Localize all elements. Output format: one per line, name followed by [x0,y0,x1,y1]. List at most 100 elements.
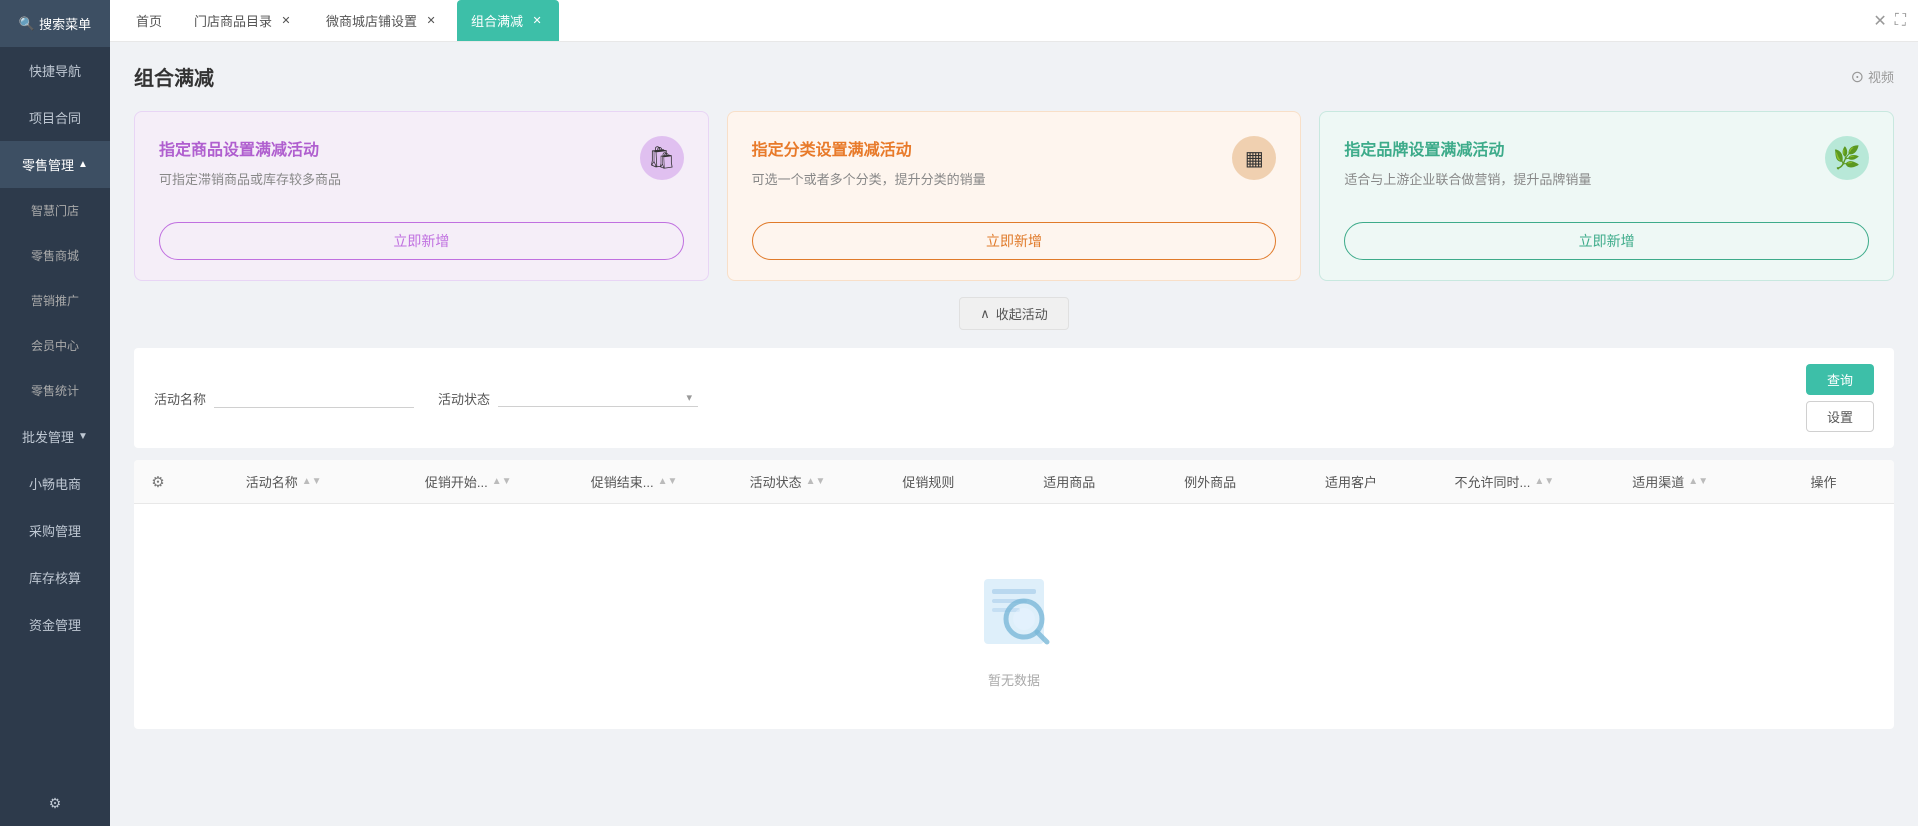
card-category-btn[interactable]: 立即新增 [752,222,1277,260]
main-area: 首页 门店商品目录 ✕ 微商城店铺设置 ✕ 组合满减 ✕ ✕ ⛶ 组合满减 ⊙ … [110,0,1918,826]
th-customer-label: 适用客户 [1325,472,1377,491]
data-table: ⚙ 活动名称 ▲▼ 促销开始... ▲▼ 促销结束... ▲▼ 活动状态 ▲▼ [134,460,1894,729]
th-action: 操作 [1753,472,1894,491]
card-category-desc: 可选一个或者多个分类，提升分类的销量 [752,170,1277,202]
th-end[interactable]: 促销结束... ▲▼ [551,472,717,491]
tab-combo-discount[interactable]: 组合满减 ✕ [457,0,559,41]
chevron-down-icon: ▾ [687,391,693,404]
filter-name-label: 活动名称 [154,389,206,408]
card-brand-desc: 适合与上游企业联合做营销，提升品牌销量 [1344,170,1869,202]
sidebar-settings-btn[interactable]: ⚙ [0,781,110,826]
sidebar-item-smart-store[interactable]: 智慧门店 [0,188,110,233]
th-notallow-label: 不允许同时... [1455,472,1531,491]
chevron-up-icon: ▲ [78,159,88,170]
tab-bar-actions: ✕ ⛶ [1873,11,1906,31]
sidebar-label-smart-store: 智慧门店 [31,202,79,219]
tab-bar: 首页 门店商品目录 ✕ 微商城店铺设置 ✕ 组合满减 ✕ ✕ ⛶ [110,0,1918,42]
th-status[interactable]: 活动状态 ▲▼ [717,472,858,491]
th-except: 例外商品 [1140,472,1281,491]
th-name[interactable]: 活动名称 ▲▼ [182,472,385,491]
sidebar-item-retail-stats[interactable]: 零售统计 [0,368,110,413]
th-start-label: 促销开始... [425,472,488,491]
tab-wechat-settings[interactable]: 微商城店铺设置 ✕ [312,0,453,41]
tab-home[interactable]: 首页 [122,0,176,41]
th-notallow[interactable]: 不允许同时... ▲▼ [1421,472,1587,491]
sort-icon-name: ▲▼ [302,477,322,487]
sort-icon-start: ▲▼ [492,477,512,487]
sidebar: 🔍 搜索菜单 快捷导航 项目合同 零售管理 ▲ 智慧门店 零售商城 营销推广 会… [0,0,110,826]
th-channel[interactable]: 适用渠道 ▲▼ [1587,472,1753,491]
filter-row: 活动名称 活动状态 ▾ 查询 设置 [134,348,1894,448]
th-action-label: 操作 [1811,472,1837,491]
setting-button[interactable]: 设置 [1806,401,1874,432]
collapse-label: 收起活动 [996,304,1048,323]
filter-activity-name: 活动名称 [154,388,414,408]
tab-store-catalog[interactable]: 门店商品目录 ✕ [180,0,308,41]
tab-wechat-settings-close[interactable]: ✕ [423,13,439,29]
sidebar-item-inventory[interactable]: 库存核算 [0,554,110,601]
sidebar-label-marketing: 营销推广 [31,292,79,309]
sidebar-label-purchase-mgmt: 采购管理 [29,521,81,540]
sort-icon-status: ▲▼ [806,477,826,487]
collapse-button[interactable]: ∧ 收起活动 [959,297,1069,330]
th-customer: 适用客户 [1281,472,1422,491]
card-product-btn[interactable]: 立即新增 [159,222,684,260]
sidebar-item-retail-mall[interactable]: 零售商城 [0,233,110,278]
sidebar-item-member-center[interactable]: 会员中心 [0,323,110,368]
tab-combo-discount-close[interactable]: ✕ [529,13,545,29]
query-button[interactable]: 查询 [1806,364,1874,395]
sidebar-label-xiaochang: 小畅电商 [29,474,81,493]
tab-wechat-settings-label: 微商城店铺设置 [326,11,417,30]
tab-home-label: 首页 [136,11,162,30]
card-category: ▦ 指定分类设置满减活动 可选一个或者多个分类，提升分类的销量 立即新增 [727,111,1302,281]
card-brand-btn[interactable]: 立即新增 [1344,222,1869,260]
sidebar-label-wholesale-mgmt: 批发管理 [22,427,74,446]
sort-icon-notallow: ▲▼ [1534,477,1554,487]
video-link[interactable]: ⊙ 视频 [1851,67,1894,87]
sidebar-item-project-contract[interactable]: 项目合同 [0,94,110,141]
sidebar-label-member-center: 会员中心 [31,337,79,354]
th-goods: 适用商品 [999,472,1140,491]
sidebar-item-purchase-mgmt[interactable]: 采购管理 [0,507,110,554]
sidebar-label-inventory: 库存核算 [29,568,81,587]
card-product-icon: 🛍 [640,136,684,180]
sidebar-item-quick-nav[interactable]: 快捷导航 [0,47,110,94]
activity-status-select[interactable]: ▾ [498,389,698,407]
th-start[interactable]: 促销开始... ▲▼ [385,472,551,491]
page-title: 组合满减 [134,62,214,91]
sidebar-item-xiaochang[interactable]: 小畅电商 [0,460,110,507]
filter-activity-status: 活动状态 ▾ [438,389,698,408]
sidebar-item-retail-mgmt[interactable]: 零售管理 ▲ [0,141,110,188]
empty-illustration [964,564,1064,654]
th-status-label: 活动状态 [750,472,802,491]
th-except-label: 例外商品 [1184,472,1236,491]
activity-name-input[interactable] [214,388,414,408]
collapse-bar: ∧ 收起活动 [134,297,1894,330]
content-area: 组合满减 ⊙ 视频 🛍 指定商品设置满减活动 可指定滞销商品或库存较多商品 立即… [110,42,1918,826]
card-product-desc: 可指定滞销商品或库存较多商品 [159,170,684,202]
filter-buttons: 查询 设置 [1806,364,1874,432]
card-brand-title: 指定品牌设置满减活动 [1344,136,1869,160]
tab-store-catalog-close[interactable]: ✕ [278,13,294,29]
sidebar-item-wholesale-mgmt[interactable]: 批发管理 ▼ [0,413,110,460]
gear-icon: ⚙ [49,795,62,811]
gear-settings-icon: ⚙ [151,473,164,491]
sidebar-item-finance[interactable]: 资金管理 [0,601,110,648]
empty-text: 暂无数据 [988,670,1040,689]
play-circle-icon: ⊙ [1851,67,1864,87]
fullscreen-icon[interactable]: ⛶ [1895,12,1906,30]
cards-row: 🛍 指定商品设置满减活动 可指定滞销商品或库存较多商品 立即新增 ▦ 指定分类设… [134,111,1894,281]
th-goods-label: 适用商品 [1043,472,1095,491]
sidebar-label-retail-stats: 零售统计 [31,382,79,399]
sort-icon-end: ▲▼ [658,477,678,487]
close-window-icon[interactable]: ✕ [1873,11,1886,31]
card-product-title: 指定商品设置满减活动 [159,136,684,160]
card-category-title: 指定分类设置满减活动 [752,136,1277,160]
sort-icon-channel: ▲▼ [1688,477,1708,487]
search-icon: 🔍 [19,16,35,32]
sidebar-item-marketing[interactable]: 营销推广 [0,278,110,323]
sidebar-search[interactable]: 🔍 搜索菜单 [0,0,110,47]
sidebar-label-project-contract: 项目合同 [29,108,81,127]
th-gear[interactable]: ⚙ [134,473,182,491]
sidebar-label-finance: 资金管理 [29,615,81,634]
